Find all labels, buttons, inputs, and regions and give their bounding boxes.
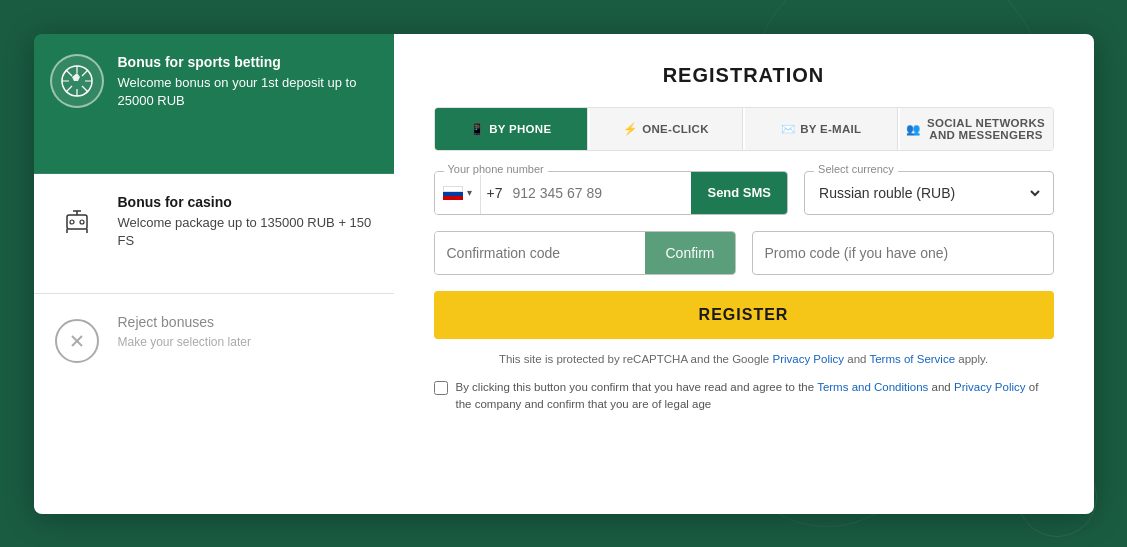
reject-desc: Make your selection later: [118, 334, 251, 351]
confirm-button[interactable]: Confirm: [645, 232, 734, 274]
sports-bonus-icon: [50, 54, 104, 108]
register-button[interactable]: REGISTER: [434, 291, 1054, 339]
tab-social[interactable]: 👥 SOCIAL NETWORKS AND MESSENGERS: [900, 108, 1052, 150]
confirmation-input-group: Confirm: [434, 231, 736, 275]
reject-icon: [50, 314, 104, 368]
svg-line-8: [82, 70, 88, 76]
phone-prefix: +7: [481, 172, 509, 214]
send-sms-button[interactable]: Send SMS: [691, 172, 787, 214]
social-tab-icon: 👥: [906, 122, 920, 136]
confirmation-code-input[interactable]: [435, 232, 646, 274]
promo-input-group: [752, 231, 1054, 275]
casino-bonus-text: Bonus for casino Welcome package up to 1…: [118, 194, 378, 250]
sports-bonus-card[interactable]: Bonus for sports betting Welcome bonus o…: [34, 34, 394, 174]
svg-line-7: [82, 86, 88, 92]
terms-of-service-link[interactable]: Terms of Service: [869, 353, 955, 365]
casino-bonus-icon: [50, 194, 104, 248]
terms-conditions-link[interactable]: Terms and Conditions: [817, 381, 928, 393]
tab-by-phone[interactable]: 📱 BY PHONE: [435, 108, 588, 150]
tab-by-email[interactable]: ✉️ BY E-MAIL: [745, 108, 898, 150]
country-selector[interactable]: ▾: [435, 172, 481, 214]
country-chevron-icon: ▾: [467, 187, 472, 198]
right-panel: REGISTRATION 📱 BY PHONE ⚡ ONE-CLICK ✉️ B…: [394, 34, 1094, 514]
tab-one-click-label: ONE-CLICK: [642, 123, 709, 135]
casino-bonus-card[interactable]: Bonus for casino Welcome package up to 1…: [34, 174, 394, 294]
tab-by-email-label: BY E-MAIL: [800, 123, 861, 135]
flag-russia-icon: [443, 186, 463, 200]
promo-code-input[interactable]: [752, 231, 1054, 275]
svg-line-6: [66, 70, 72, 76]
sports-bonus-title: Bonus for sports betting: [118, 54, 378, 70]
phone-tab-icon: 📱: [470, 122, 484, 136]
tab-social-label: SOCIAL NETWORKS AND MESSENGERS: [926, 117, 1047, 141]
phone-label: Your phone number: [444, 163, 548, 175]
bolt-icon: ⚡: [623, 122, 637, 136]
confirmation-promo-row: Confirm: [434, 231, 1054, 275]
currency-input-group: Select currency Russian rouble (RUB) USD…: [804, 171, 1053, 215]
phone-number-input[interactable]: [508, 172, 691, 214]
reject-text: Reject bonuses Make your selection later: [118, 314, 251, 351]
currency-label: Select currency: [814, 163, 898, 175]
terms-text: By clicking this button you confirm that…: [456, 379, 1054, 414]
svg-point-11: [70, 220, 74, 224]
registration-tabs: 📱 BY PHONE ⚡ ONE-CLICK ✉️ BY E-MAIL 👥 SO…: [434, 107, 1054, 151]
recaptcha-notice: This site is protected by reCAPTCHA and …: [434, 353, 1054, 365]
reject-title: Reject bonuses: [118, 314, 251, 330]
svg-point-12: [80, 220, 84, 224]
tab-by-phone-label: BY PHONE: [489, 123, 551, 135]
casino-bonus-title: Bonus for casino: [118, 194, 378, 210]
svg-marker-1: [72, 73, 80, 81]
privacy-link[interactable]: Privacy Policy: [954, 381, 1026, 393]
currency-select-wrap: Russian rouble (RUB) USD EUR: [804, 171, 1053, 215]
privacy-policy-link[interactable]: Privacy Policy: [772, 353, 844, 365]
currency-select[interactable]: Russian rouble (RUB) USD EUR: [815, 184, 1042, 202]
sports-bonus-desc: Welcome bonus on your 1st deposit up to …: [118, 74, 378, 110]
confirmation-input-wrap: Confirm: [434, 231, 736, 275]
casino-bonus-desc: Welcome package up to 135000 RUB + 150 F…: [118, 214, 378, 250]
svg-line-9: [66, 86, 72, 92]
sports-bonus-text: Bonus for sports betting Welcome bonus o…: [118, 54, 378, 110]
phone-input-group: Your phone number ▾ +7 Send SMS: [434, 171, 789, 215]
phone-input-wrap: ▾ +7 Send SMS: [434, 171, 789, 215]
registration-title: REGISTRATION: [434, 64, 1054, 87]
tab-one-click[interactable]: ⚡ ONE-CLICK: [590, 108, 743, 150]
phone-currency-row: Your phone number ▾ +7 Send SMS: [434, 171, 1054, 215]
reject-bonus-card[interactable]: Reject bonuses Make your selection later: [34, 294, 394, 514]
main-container: Bonus for sports betting Welcome bonus o…: [34, 34, 1094, 514]
email-tab-icon: ✉️: [781, 122, 795, 136]
terms-row: By clicking this button you confirm that…: [434, 379, 1054, 414]
left-panel: Bonus for sports betting Welcome bonus o…: [34, 34, 394, 514]
terms-checkbox[interactable]: [434, 381, 448, 395]
